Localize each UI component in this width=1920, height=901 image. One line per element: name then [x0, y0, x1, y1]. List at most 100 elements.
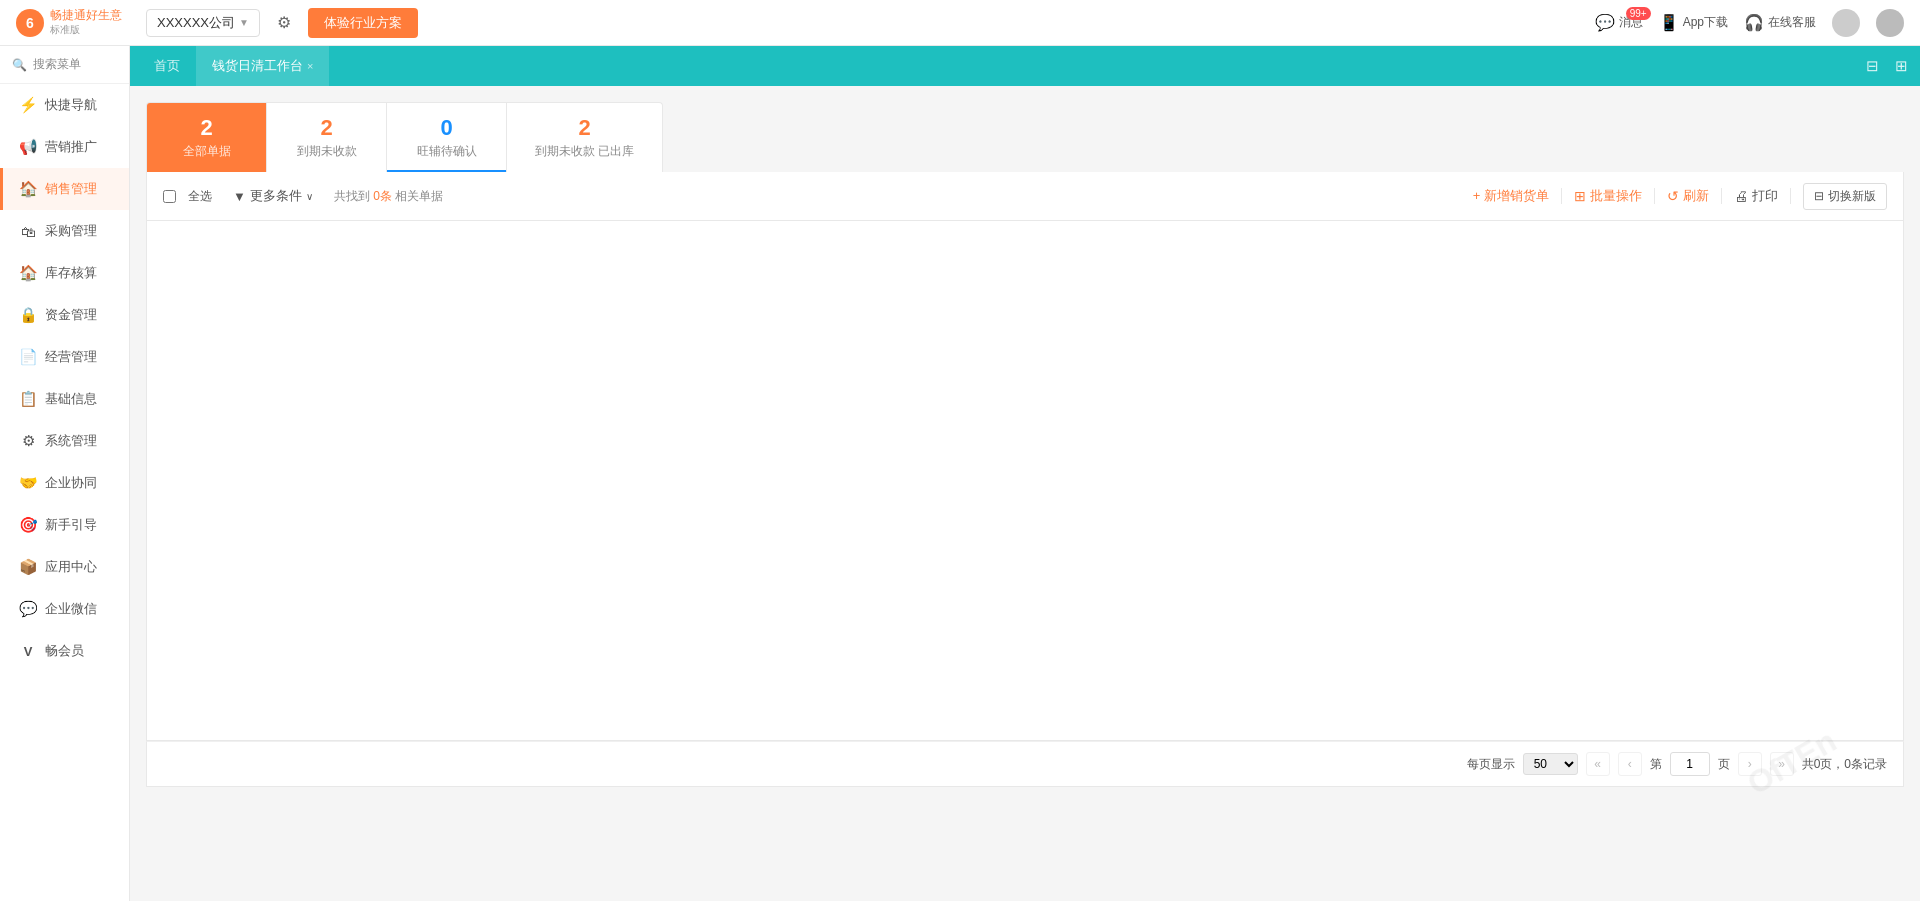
toolbar-right: + 新增销货单 ⊞ 批量操作 ↺ 刷新 🖨 打印 ⊟ 切换新版 [1473, 183, 1887, 210]
tab-close-icon[interactable]: × [307, 60, 313, 72]
app-download-action[interactable]: 📱 App下载 [1659, 13, 1728, 32]
message-badge: 99+ [1626, 7, 1651, 20]
sidebar-item-sales[interactable]: 🏠 销售管理 [0, 168, 129, 210]
filter-arrow: ∨ [306, 191, 313, 202]
sidebar-item-wechat[interactable]: 💬 企业微信 [0, 588, 129, 630]
system-label: 系统管理 [45, 432, 97, 450]
app-center-icon: 📦 [19, 558, 37, 576]
stat-label-overdue-out: 到期未收款 已出库 [535, 143, 634, 160]
batch-operation-button[interactable]: ⊞ 批量操作 [1574, 187, 1642, 205]
stats-tabs: 2 全部单据 2 到期未收款 0 旺辅待确认 2 到期未收款 已出库 [146, 102, 663, 172]
finance-icon: 🔒 [19, 306, 37, 324]
search-menu-label: 搜索菜单 [33, 56, 81, 73]
main-content: 2 全部单据 2 到期未收款 0 旺辅待确认 2 到期未收款 已出库 全选 ▼ … [130, 86, 1920, 901]
purchase-icon: 🛍 [19, 223, 37, 240]
logo-area: 6 畅捷通好生意 标准版 [16, 8, 146, 38]
stat-tab-overdue-out[interactable]: 2 到期未收款 已出库 [507, 103, 662, 172]
online-service-action[interactable]: 🎧 在线客服 [1744, 13, 1816, 32]
system-icon: ⚙ [19, 432, 37, 450]
tab-money-daily[interactable]: 钱货日清工作台 × [196, 46, 329, 86]
last-page-button[interactable]: » [1770, 752, 1794, 776]
add-sales-order-button[interactable]: + 新增销货单 [1473, 187, 1549, 205]
page-size-label: 每页显示 [1467, 756, 1515, 773]
found-count: 0条 [373, 189, 392, 203]
stat-count-overdue-out: 2 [535, 115, 634, 141]
marketing-icon: 📢 [19, 138, 37, 156]
sidebar: 🔍 搜索菜单 ⚡ 快捷导航 📢 营销推广 🏠 销售管理 🛍 采购管理 🏠 库存核… [0, 46, 130, 901]
quick-nav-label: 快捷导航 [45, 96, 97, 114]
tab-expand-btn[interactable]: ⊞ [1891, 53, 1912, 79]
switch-version-button[interactable]: ⊟ 切换新版 [1803, 183, 1887, 210]
app-download-label: App下载 [1683, 14, 1728, 31]
toolbar: 全选 ▼ 更多条件 ∨ 共找到 0条 相关单据 + 新增销货单 ⊞ 批量操作 ↺… [146, 172, 1904, 221]
message-action[interactable]: 💬 消息 99+ [1595, 13, 1643, 32]
page-prefix: 第 [1650, 756, 1662, 773]
tab-collapse-btn[interactable]: ⊟ [1862, 53, 1883, 79]
switch-icon: ⊟ [1814, 189, 1824, 203]
refresh-icon: ↺ [1667, 188, 1679, 204]
first-page-button[interactable]: « [1586, 752, 1610, 776]
filter-icon: ▼ [233, 189, 246, 204]
stat-tab-pending[interactable]: 0 旺辅待确认 [387, 103, 507, 172]
wechat-label: 企业微信 [45, 600, 97, 618]
enterprise-icon: 🤝 [19, 474, 37, 492]
sidebar-search-area[interactable]: 🔍 搜索菜单 [0, 46, 129, 84]
company-selector[interactable]: XXXXXX公司 ▼ [146, 9, 260, 37]
sidebar-item-inventory[interactable]: 🏠 库存核算 [0, 252, 129, 294]
top-header: 6 畅捷通好生意 标准版 XXXXXX公司 ▼ ⚙ 体验行业方案 💬 消息 99… [0, 0, 1920, 46]
select-all-label: 全选 [188, 188, 212, 205]
stat-label-overdue: 到期未收款 [295, 143, 358, 160]
content-area [146, 221, 1904, 741]
company-dropdown-arrow: ▼ [239, 17, 249, 28]
filter-label: 更多条件 [250, 187, 302, 205]
inventory-label: 库存核算 [45, 264, 97, 282]
guide-icon: 🎯 [19, 516, 37, 534]
sidebar-item-basic-info[interactable]: 📋 基础信息 [0, 378, 129, 420]
app-version: 标准版 [50, 23, 122, 37]
divider-2 [1654, 188, 1655, 204]
page-number-input[interactable] [1670, 752, 1710, 776]
tab-active-underline [387, 170, 506, 172]
sidebar-item-enterprise[interactable]: 🤝 企业协同 [0, 462, 129, 504]
sidebar-item-operations[interactable]: 📄 经营管理 [0, 336, 129, 378]
tab-home-label: 首页 [154, 57, 180, 75]
refresh-label: 刷新 [1683, 187, 1709, 205]
operations-label: 经营管理 [45, 348, 97, 366]
sidebar-item-purchase[interactable]: 🛍 采购管理 [0, 210, 129, 252]
sidebar-item-guide[interactable]: 🎯 新手引导 [0, 504, 129, 546]
tab-actions: ⊟ ⊞ [1862, 53, 1912, 79]
stat-tab-all[interactable]: 2 全部单据 [147, 103, 267, 172]
wechat-icon: 💬 [19, 600, 37, 618]
sidebar-item-app-center[interactable]: 📦 应用中心 [0, 546, 129, 588]
finance-label: 资金管理 [45, 306, 97, 324]
sidebar-item-system[interactable]: ⚙ 系统管理 [0, 420, 129, 462]
stat-label-all: 全部单据 [175, 143, 238, 160]
sidebar-item-member[interactable]: V 畅会员 [0, 630, 129, 672]
prev-page-button[interactable]: ‹ [1618, 752, 1642, 776]
batch-icon: ⊞ [1574, 188, 1586, 204]
trial-button[interactable]: 体验行业方案 [308, 8, 418, 38]
print-button[interactable]: 🖨 打印 [1734, 187, 1778, 205]
app-name: 畅捷通好生意 [50, 8, 122, 24]
next-page-button[interactable]: › [1738, 752, 1762, 776]
sidebar-item-quick-nav[interactable]: ⚡ 快捷导航 [0, 84, 129, 126]
stat-tab-overdue[interactable]: 2 到期未收款 [267, 103, 387, 172]
tab-home[interactable]: 首页 [138, 46, 196, 86]
total-info: 共0页，0条记录 [1802, 756, 1887, 773]
member-icon: V [19, 644, 37, 659]
print-label: 打印 [1752, 187, 1778, 205]
sidebar-item-finance[interactable]: 🔒 资金管理 [0, 294, 129, 336]
filter-button[interactable]: ▼ 更多条件 ∨ [224, 182, 322, 210]
stat-count-pending: 0 [415, 115, 478, 141]
app-download-icon: 📱 [1659, 13, 1679, 32]
search-menu-btn[interactable]: 🔍 搜索菜单 [12, 56, 117, 73]
select-all-checkbox[interactable] [163, 190, 176, 203]
pagination-bar: 每页显示 20 50 100 « ‹ 第 页 › » 共0页，0条记录 [146, 741, 1904, 787]
user-avatar-2[interactable] [1876, 9, 1904, 37]
refresh-button[interactable]: ↺ 刷新 [1667, 187, 1709, 205]
divider-4 [1790, 188, 1791, 204]
user-avatar[interactable] [1832, 9, 1860, 37]
sidebar-item-marketing[interactable]: 📢 营销推广 [0, 126, 129, 168]
settings-icon[interactable]: ⚙ [268, 7, 300, 39]
page-size-select[interactable]: 20 50 100 [1523, 753, 1578, 775]
